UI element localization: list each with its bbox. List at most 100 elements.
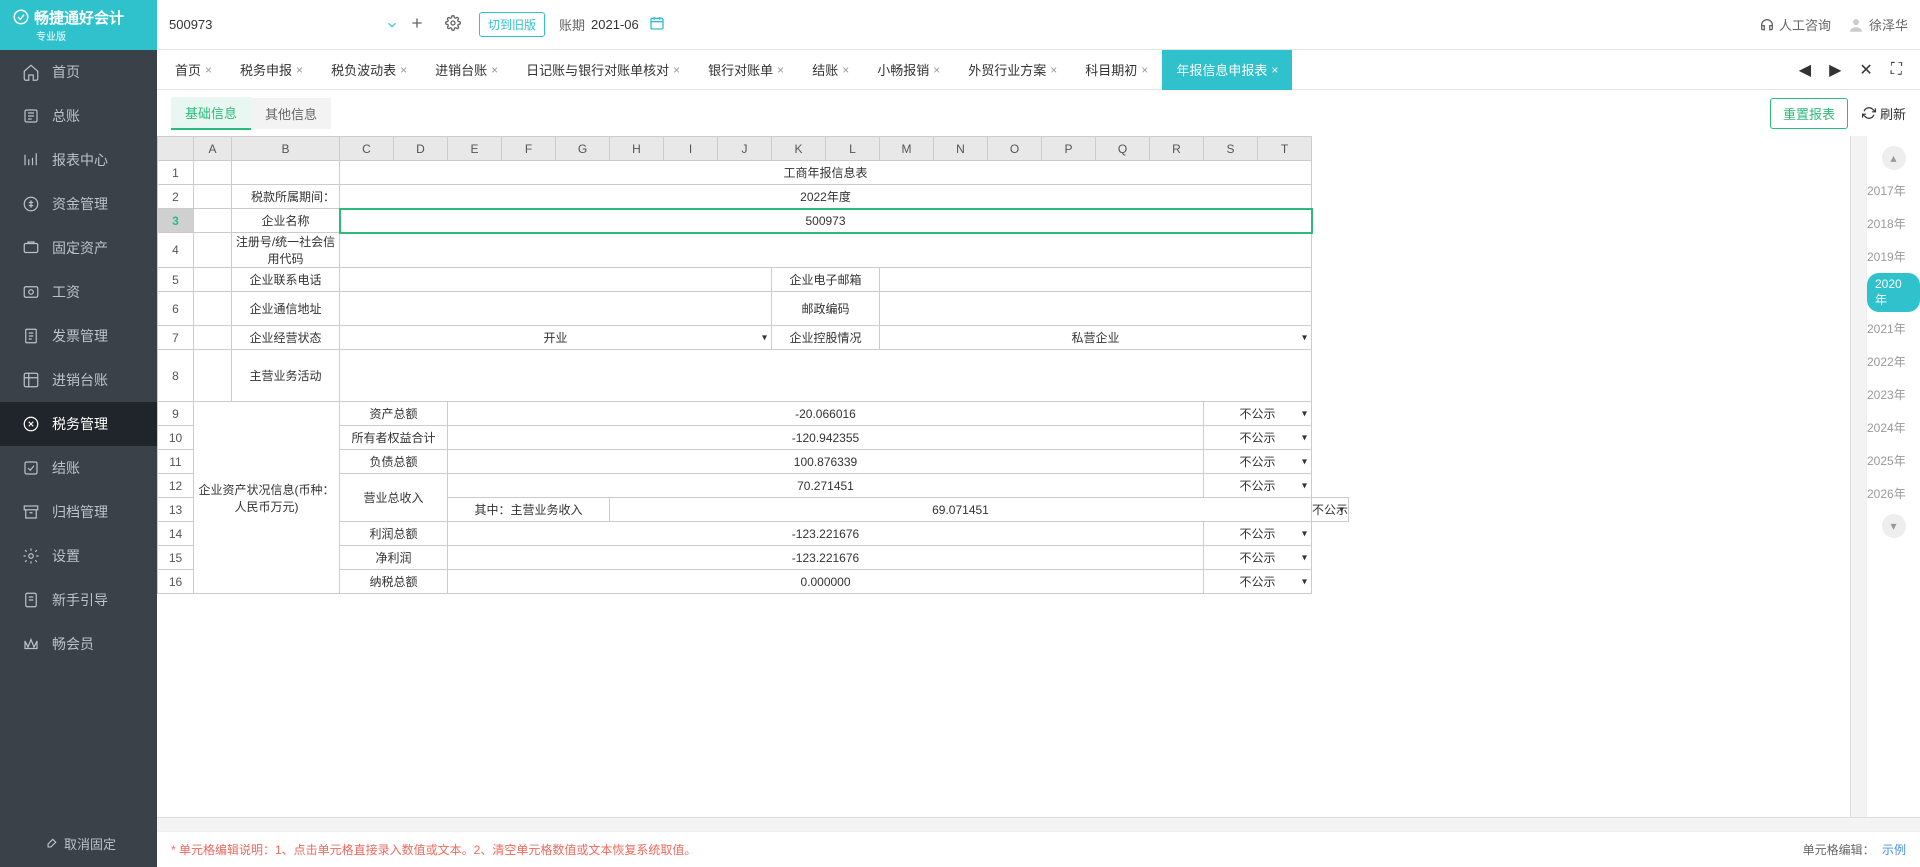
tab-close[interactable]: × — [296, 63, 303, 77]
support-link[interactable]: 人工咨询 — [1759, 15, 1831, 34]
sidebar-item-tax[interactable]: 税务管理 — [0, 402, 157, 446]
reset-report-button[interactable]: 重置报表 — [1770, 98, 1848, 129]
year-item[interactable]: 2019年 — [1867, 240, 1920, 273]
tab-close[interactable]: × — [205, 63, 212, 77]
col-header[interactable]: O — [988, 137, 1042, 161]
value-cell[interactable]: 100.876339 — [448, 450, 1204, 474]
sidebar-item-invoice[interactable]: 发票管理 — [0, 314, 157, 358]
add-icon[interactable] — [409, 15, 425, 34]
period-value[interactable]: 2021-06 — [591, 17, 639, 32]
year-item[interactable]: 2025年 — [1867, 444, 1920, 477]
sidebar-item-guide[interactable]: 新手引导 — [0, 578, 157, 622]
tab[interactable]: 税负波动表× — [317, 50, 421, 90]
col-header[interactable]: H — [610, 137, 664, 161]
year-item[interactable]: 2021年 — [1867, 312, 1920, 345]
tab[interactable]: 银行对账单× — [694, 50, 798, 90]
publish-select[interactable]: 不公示 — [1204, 402, 1312, 426]
col-header[interactable]: L — [826, 137, 880, 161]
sidebar-item-funds[interactable]: 资金管理 — [0, 182, 157, 226]
tab[interactable]: 首页× — [161, 50, 226, 90]
col-header[interactable]: R — [1150, 137, 1204, 161]
col-header[interactable]: B — [232, 137, 340, 161]
uscc-cell[interactable] — [340, 233, 1312, 268]
value-cell[interactable]: -20.066016 — [448, 402, 1204, 426]
col-header[interactable]: G — [556, 137, 610, 161]
publish-select[interactable]: 不公示 — [1204, 522, 1312, 546]
tabs-next[interactable]: ▶ — [1823, 56, 1847, 84]
col-header[interactable]: E — [448, 137, 502, 161]
col-header[interactable]: I — [664, 137, 718, 161]
col-header[interactable]: F — [502, 137, 556, 161]
company-select[interactable]: 500973 — [169, 17, 399, 32]
year-up[interactable]: ▴ — [1882, 146, 1906, 170]
tab[interactable]: 税务申报× — [226, 50, 317, 90]
tab[interactable]: 小畅报销× — [863, 50, 954, 90]
publish-select[interactable]: 不公示 — [1204, 450, 1312, 474]
publish-select[interactable]: 不公示 — [1204, 546, 1312, 570]
year-item[interactable]: 2018年 — [1867, 207, 1920, 240]
value-cell[interactable]: -123.221676 — [448, 546, 1204, 570]
value-cell[interactable]: -123.221676 — [448, 522, 1204, 546]
tabs-fullscreen[interactable]: ⛶ — [1885, 57, 1908, 83]
sidebar-item-archive[interactable]: 归档管理 — [0, 490, 157, 534]
tab-close[interactable]: × — [400, 63, 407, 77]
year-down[interactable]: ▾ — [1882, 514, 1906, 538]
spreadsheet[interactable]: ABCDEFGHIJKLMNOPQRST1工商年报信息表2税款所属期间：2022… — [157, 136, 1850, 817]
tab[interactable]: 结账× — [798, 50, 863, 90]
holding-select[interactable]: 私营企业 — [880, 326, 1312, 350]
col-header[interactable]: D — [394, 137, 448, 161]
col-header[interactable]: K — [772, 137, 826, 161]
year-item[interactable]: 2022年 — [1867, 345, 1920, 378]
sidebar-item-vip[interactable]: 畅会员 — [0, 622, 157, 666]
publish-select[interactable]: 不公示 — [1312, 498, 1349, 522]
year-item[interactable]: 2020年 — [1867, 273, 1920, 312]
subtab-other[interactable]: 其他信息 — [251, 98, 331, 129]
value-cell[interactable]: 69.071451 — [610, 498, 1312, 522]
tab-close[interactable]: × — [1141, 63, 1148, 77]
tab-close[interactable]: × — [491, 63, 498, 77]
gear-icon[interactable] — [445, 15, 461, 34]
sidebar-item-report[interactable]: 报表中心 — [0, 138, 157, 182]
refresh-button[interactable]: 刷新 — [1862, 104, 1906, 123]
tab[interactable]: 日记账与银行对账单核对× — [512, 50, 694, 90]
user-menu[interactable]: 徐泽华 — [1847, 15, 1908, 34]
calendar-icon[interactable] — [649, 15, 665, 34]
sidebar-item-home[interactable]: 首页 — [0, 50, 157, 94]
col-header[interactable]: N — [934, 137, 988, 161]
sidebar-item-psi[interactable]: 进销台账 — [0, 358, 157, 402]
col-header[interactable]: S — [1204, 137, 1258, 161]
tab[interactable]: 外贸行业方案× — [954, 50, 1071, 90]
col-header[interactable]: P — [1042, 137, 1096, 161]
vertical-scrollbar[interactable] — [1850, 136, 1866, 817]
tab[interactable]: 科目期初× — [1071, 50, 1162, 90]
publish-select[interactable]: 不公示 — [1204, 426, 1312, 450]
year-item[interactable]: 2026年 — [1867, 477, 1920, 510]
sidebar-item-close[interactable]: 结账 — [0, 446, 157, 490]
company-name-cell[interactable]: 500973 — [340, 209, 1312, 233]
switch-old-button[interactable]: 切到旧版 — [479, 12, 545, 37]
sidebar-item-setting[interactable]: 设置 — [0, 534, 157, 578]
sidebar-item-ledger[interactable]: 总账 — [0, 94, 157, 138]
tab[interactable]: 进销台账× — [421, 50, 512, 90]
value-cell[interactable]: 0.000000 — [448, 570, 1204, 594]
footer-example-link[interactable]: 示例 — [1882, 843, 1906, 857]
col-header[interactable]: M — [880, 137, 934, 161]
year-item[interactable]: 2017年 — [1867, 174, 1920, 207]
col-header[interactable]: C — [340, 137, 394, 161]
tab-close[interactable]: × — [842, 63, 849, 77]
sidebar-item-asset[interactable]: 固定资产 — [0, 226, 157, 270]
col-header[interactable]: Q — [1096, 137, 1150, 161]
col-header[interactable]: T — [1258, 137, 1312, 161]
tabs-close-all[interactable]: ✕ — [1853, 56, 1878, 84]
tabs-prev[interactable]: ◀ — [1793, 56, 1817, 84]
horizontal-scrollbar[interactable] — [157, 817, 1920, 831]
subtab-basic[interactable]: 基础信息 — [171, 97, 251, 130]
corner-cell[interactable] — [158, 137, 194, 161]
sidebar-unpin[interactable]: 取消固定 — [0, 820, 157, 867]
year-item[interactable]: 2024年 — [1867, 411, 1920, 444]
sidebar-item-salary[interactable]: 工资 — [0, 270, 157, 314]
business-status-select[interactable]: 开业 — [340, 326, 772, 350]
tab-close[interactable]: × — [673, 63, 680, 77]
row-header[interactable]: 2 — [158, 185, 194, 209]
publish-select[interactable]: 不公示 — [1204, 570, 1312, 594]
